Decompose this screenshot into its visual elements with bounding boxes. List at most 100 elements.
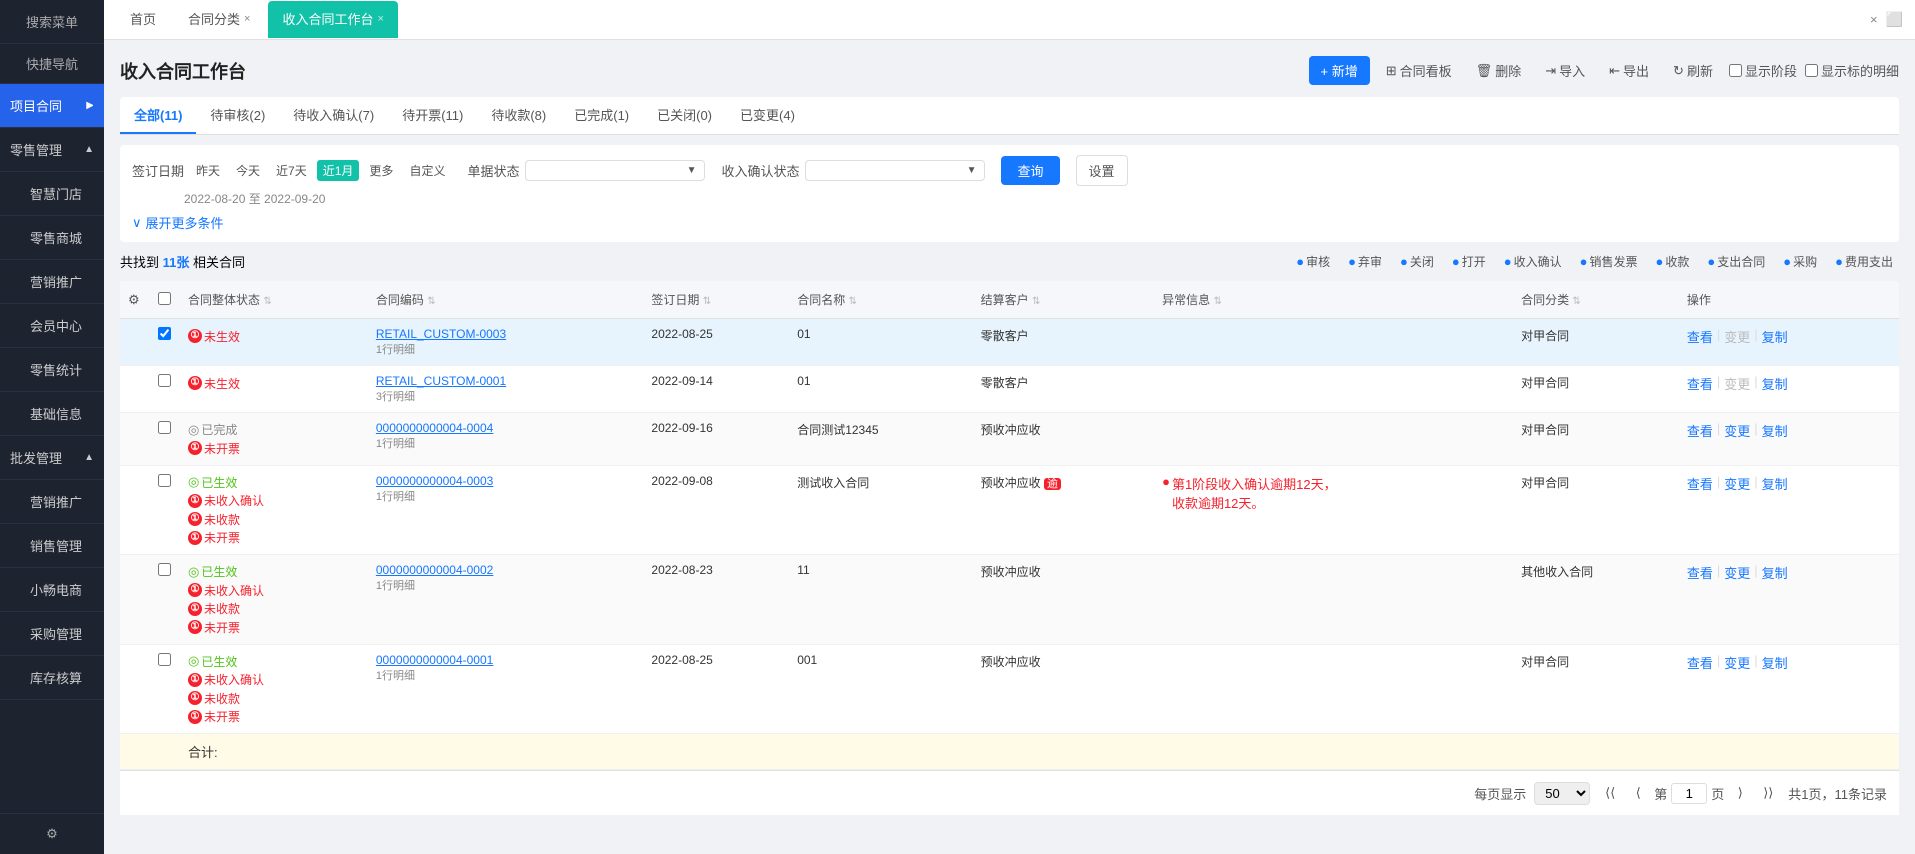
sidebar-item-member[interactable]: 会员中心 <box>0 304 104 348</box>
view-link[interactable]: 查看 <box>1687 421 1713 440</box>
tab-income-contract[interactable]: 收入合同工作台 × <box>268 1 397 38</box>
edit-link[interactable]: 变更 <box>1724 421 1750 440</box>
kanban-button[interactable]: ⊞ 合同看板 <box>1378 57 1460 84</box>
page-size-select[interactable]: 50 100 200 <box>1534 782 1590 805</box>
import-button[interactable]: ⇥ 导入 <box>1537 57 1593 84</box>
row-checkbox[interactable] <box>158 563 171 576</box>
filter-tab-changed[interactable]: 已变更(4) <box>726 97 809 134</box>
copy-link[interactable]: 复制 <box>1762 421 1788 440</box>
cell-checkbox[interactable] <box>150 644 180 734</box>
sort-icon[interactable]: ⇅ <box>263 296 271 307</box>
copy-link[interactable]: 复制 <box>1762 653 1788 672</box>
copy-link[interactable]: 复制 <box>1762 474 1788 493</box>
edit-link[interactable]: 变更 <box>1724 563 1750 582</box>
contract-code-link[interactable]: RETAIL_CUSTOM-0003 <box>376 327 506 341</box>
expense-out-button[interactable]: ● 费用支出 <box>1829 250 1899 273</box>
sort-icon[interactable]: ⇅ <box>427 296 435 307</box>
contract-code-link[interactable]: 0000000000004-0003 <box>376 474 493 488</box>
receive-payment-button[interactable]: ● 收款 <box>1650 250 1696 273</box>
filter-tab-pending-audit[interactable]: 待审核(2) <box>196 97 279 134</box>
sort-icon[interactable]: ⇅ <box>1213 296 1221 307</box>
row-checkbox[interactable] <box>158 374 171 387</box>
contract-code-link[interactable]: 0000000000004-0004 <box>376 421 493 435</box>
sidebar-item-project-contract[interactable]: 项目合同 ▶ <box>0 84 104 128</box>
sidebar-quick-nav[interactable]: 快捷导航 <box>0 44 104 84</box>
audit-button[interactable]: ● 审核 <box>1290 250 1336 273</box>
contract-code-link[interactable]: 0000000000004-0001 <box>376 653 493 667</box>
cell-checkbox[interactable] <box>150 319 180 366</box>
date-7days[interactable]: 近7天 <box>270 160 313 181</box>
confirm-status-select[interactable]: ▼ <box>805 160 985 181</box>
sales-invoice-button[interactable]: ● 销售发票 <box>1574 250 1644 273</box>
filter-tab-pending-confirm[interactable]: 待收入确认(7) <box>279 97 388 134</box>
first-page-button[interactable]: ⟨⟨ <box>1598 781 1622 805</box>
close-icon[interactable]: × <box>244 13 250 25</box>
date-today[interactable]: 今天 <box>230 160 266 181</box>
edit-link[interactable]: 变更 <box>1724 474 1750 493</box>
sidebar-item-ecommerce[interactable]: 小畅电商 <box>0 568 104 612</box>
delete-button[interactable]: 🗑 删除 <box>1468 57 1530 84</box>
close-doc-button[interactable]: ● 关闭 <box>1394 250 1440 273</box>
cell-checkbox[interactable] <box>150 366 180 413</box>
edit-link[interactable]: 变更 <box>1724 327 1750 346</box>
sidebar-item-purchase[interactable]: 采购管理 <box>0 612 104 656</box>
view-link[interactable]: 查看 <box>1687 474 1713 493</box>
sidebar-item-wholesale[interactable]: 批发管理 ▲ <box>0 436 104 480</box>
copy-link[interactable]: 复制 <box>1762 563 1788 582</box>
sidebar-search[interactable]: 搜索菜单 <box>0 0 104 44</box>
filter-tab-completed[interactable]: 已完成(1) <box>560 97 643 134</box>
row-checkbox[interactable] <box>158 421 171 434</box>
col-settings[interactable]: ⚙ <box>120 281 150 319</box>
filter-tab-all[interactable]: 全部(11) <box>120 97 196 134</box>
row-checkbox[interactable] <box>158 474 171 487</box>
edit-link[interactable]: 变更 <box>1724 653 1750 672</box>
sidebar-item-marketing[interactable]: 营销推广 <box>0 260 104 304</box>
select-all-checkbox[interactable] <box>158 292 171 305</box>
col-customer[interactable]: 结算客户 ⇅ <box>973 281 1154 319</box>
sidebar-item-basic-info[interactable]: 基础信息 <box>0 392 104 436</box>
row-checkbox[interactable] <box>158 327 171 340</box>
col-code[interactable]: 合同编码 ⇅ <box>368 281 644 319</box>
cell-checkbox[interactable] <box>150 465 180 555</box>
close-icon[interactable]: × <box>377 13 383 25</box>
col-name[interactable]: 合同名称 ⇅ <box>789 281 972 319</box>
maximize-icon[interactable]: ⬜ <box>1886 11 1903 28</box>
show-marks-input[interactable] <box>1805 64 1818 77</box>
show-fields-input[interactable] <box>1729 64 1742 77</box>
abandon-audit-button[interactable]: ● 弃审 <box>1342 250 1388 273</box>
last-page-button[interactable]: ⟩⟩ <box>1756 781 1780 805</box>
filter-tab-pending-invoice[interactable]: 待开票(11) <box>388 97 477 134</box>
tab-home[interactable]: 首页 <box>116 1 170 38</box>
sidebar-item-inventory[interactable]: 库存核算 <box>0 656 104 700</box>
cell-checkbox[interactable] <box>150 555 180 645</box>
tab-contract-category[interactable]: 合同分类 × <box>174 1 264 38</box>
sidebar-item-marketing2[interactable]: 营销推广 <box>0 480 104 524</box>
col-error[interactable]: 异常信息 ⇅ <box>1154 281 1513 319</box>
copy-link[interactable]: 复制 <box>1762 374 1788 393</box>
date-1month[interactable]: 近1月 <box>317 160 360 181</box>
contract-code-link[interactable]: 0000000000004-0002 <box>376 563 493 577</box>
col-category[interactable]: 合同分类 ⇅ <box>1513 281 1679 319</box>
settings-button[interactable]: 设置 <box>1076 155 1128 186</box>
col-date[interactable]: 签订日期 ⇅ <box>643 281 789 319</box>
purchase-button[interactable]: ● 采购 <box>1777 250 1823 273</box>
settings-gear[interactable]: ⚙ <box>128 292 140 307</box>
col-checkbox[interactable] <box>150 281 180 319</box>
sidebar-item-retail-stats[interactable]: 零售统计 <box>0 348 104 392</box>
sort-icon[interactable]: ⇅ <box>1032 296 1040 307</box>
date-custom[interactable]: 自定义 <box>403 160 451 181</box>
view-link[interactable]: 查看 <box>1687 327 1713 346</box>
filter-tab-closed[interactable]: 已关闭(0) <box>643 97 726 134</box>
expand-filter-button[interactable]: ∨ 展开更多条件 <box>132 213 1887 232</box>
copy-link[interactable]: 复制 <box>1762 327 1788 346</box>
edit-link[interactable]: 变更 <box>1724 374 1750 393</box>
refresh-button[interactable]: ↻ 刷新 <box>1665 57 1721 84</box>
row-checkbox[interactable] <box>158 653 171 666</box>
sidebar-item-smart-store[interactable]: 智慧门店 <box>0 172 104 216</box>
doc-status-select[interactable]: ▼ <box>525 160 705 181</box>
sidebar-item-sales-mgmt[interactable]: 销售管理 <box>0 524 104 568</box>
prev-page-button[interactable]: ⟨ <box>1626 781 1650 805</box>
date-more[interactable]: 更多 <box>363 160 399 181</box>
sort-icon[interactable]: ⇅ <box>1572 296 1580 307</box>
contract-code-link[interactable]: RETAIL_CUSTOM-0001 <box>376 374 506 388</box>
